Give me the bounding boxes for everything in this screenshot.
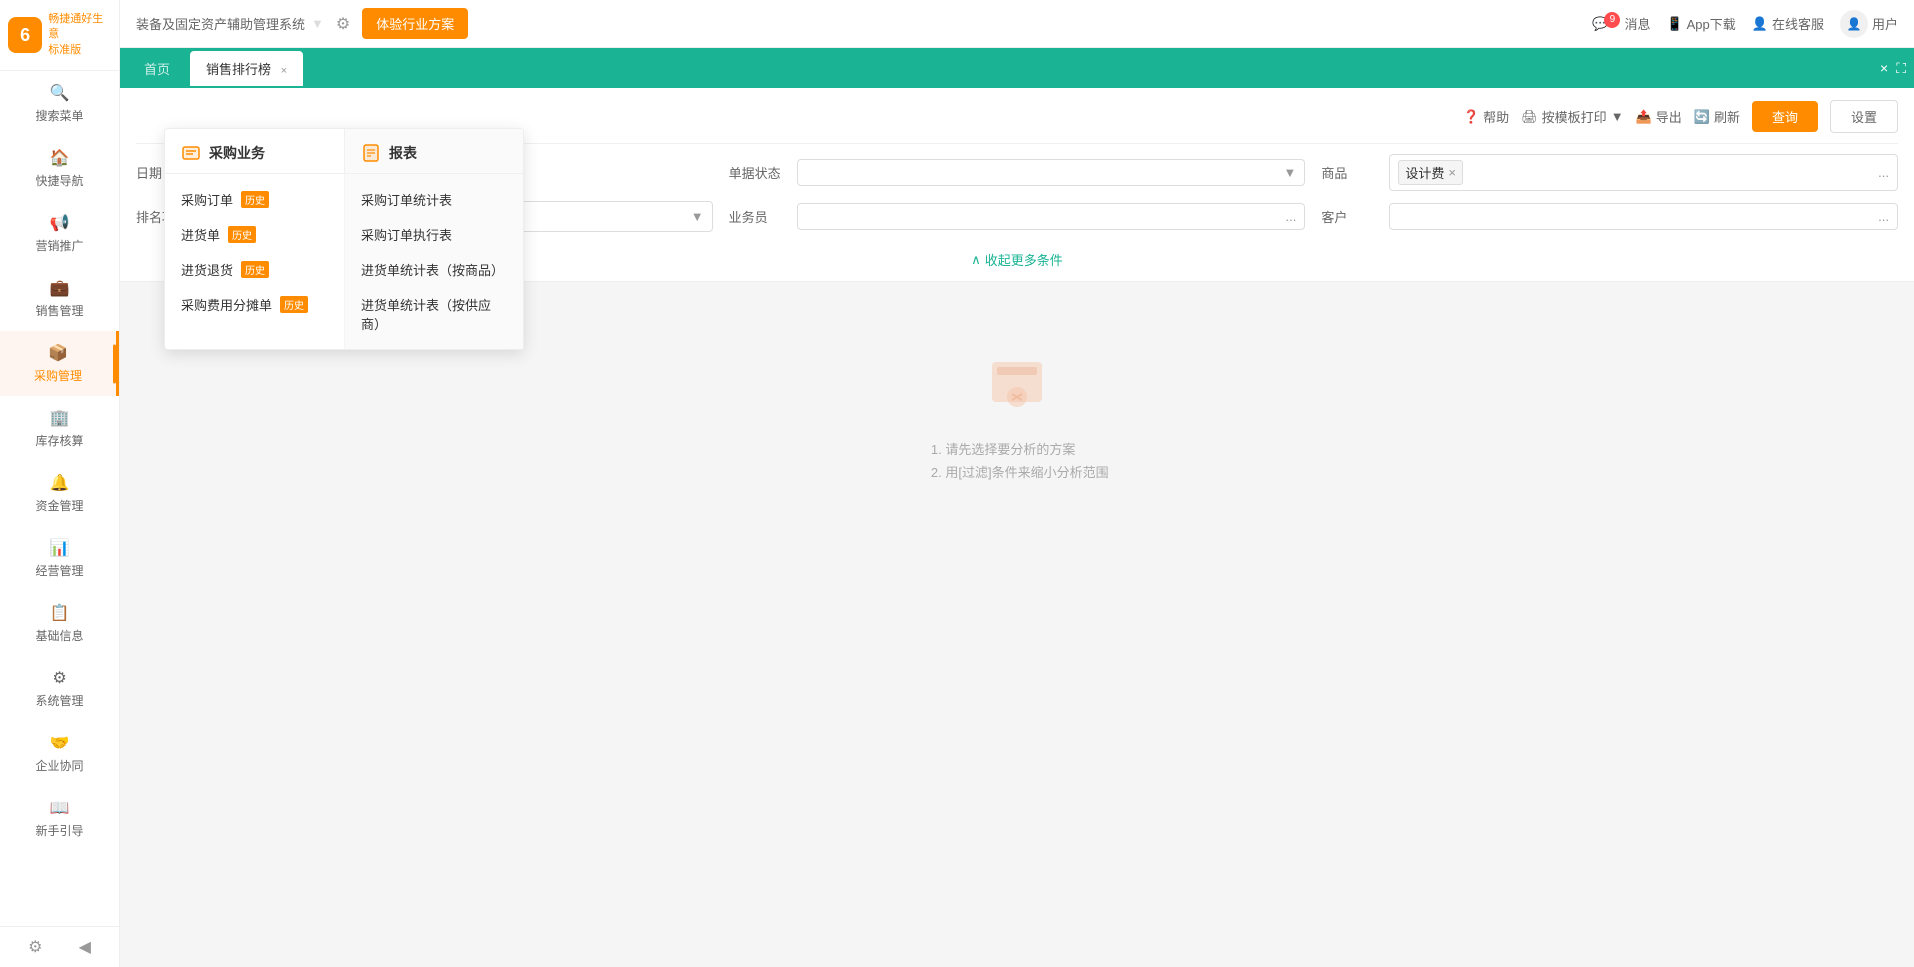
active-indicator (113, 344, 116, 383)
purchase-icon: 📦 (48, 343, 68, 363)
tabbar: 首页 销售排行榜 × × ⛶ (120, 48, 1914, 88)
app-download-btn[interactable]: 📱 App下载 (1666, 14, 1735, 33)
notification-badge: 9 (1604, 12, 1620, 28)
tab-close-icon[interactable]: × (281, 65, 287, 77)
sidebar-item-marketing[interactable]: 📢 营销推广 (0, 201, 119, 266)
refresh-btn[interactable]: 🔄 刷新 (1694, 107, 1740, 126)
sidebar-item-purchase[interactable]: 📦 采购管理 (0, 331, 119, 396)
logo-icon: 6 (8, 17, 42, 53)
sidebar-item-basic-info[interactable]: 📋 基础信息 (0, 591, 119, 656)
sidebar-item-enterprise[interactable]: 🤝 企业协同 (0, 721, 119, 786)
menu-item-purchase-order[interactable]: 采购订单 历史 (165, 182, 344, 217)
guide-icon: 📖 (50, 798, 70, 818)
print-btn[interactable]: 🖨 按模板打印 ▼ (1521, 107, 1623, 126)
marketing-icon: 📢 (50, 213, 70, 233)
home-icon: 🏠 (50, 148, 70, 168)
dropdown-body: 采购订单 历史 进货单 历史 进货退货 历史 (165, 174, 523, 349)
dropdown-header: 采购业务 (165, 129, 523, 174)
collapse-sidebar-btn[interactable]: ◀ (79, 937, 91, 957)
online-service-btn[interactable]: 👤 在线客服 (1752, 14, 1824, 33)
message-btn[interactable]: 💬 9 消息 (1592, 14, 1650, 33)
topbar-right: 💬 9 消息 📱 App下载 👤 在线客服 👤 用户 (1592, 10, 1898, 38)
report-section-header: 报表 (344, 129, 523, 173)
menu-item-goods-receipt[interactable]: 进货单 历史 (165, 217, 344, 252)
sidebar-item-system[interactable]: ⚙ 系统管理 (0, 656, 119, 721)
enterprise-icon: 🤝 (50, 733, 70, 753)
maximize-icon[interactable]: ⛶ (1896, 60, 1906, 77)
report-section-icon (361, 143, 381, 163)
user-btn[interactable]: 👤 用户 (1840, 10, 1898, 38)
phone-icon: 📱 (1666, 16, 1682, 32)
app-download-label: App下载 (1687, 14, 1736, 33)
sidebar-item-finance[interactable]: 🔔 资金管理 (0, 461, 119, 526)
menu-item-goods-stats-by-product[interactable]: 进货单统计表（按商品） (345, 252, 523, 287)
sidebar-item-inventory[interactable]: 🏢 库存核算 (0, 396, 119, 461)
tabbar-right: × ⛶ (1880, 60, 1906, 77)
topbar-title: 装备及固定资产辅助管理系统 ▼ (136, 14, 324, 33)
system-icon: ⚙ (52, 668, 66, 688)
service-icon: 👤 (1752, 16, 1768, 32)
operations-icon: 📊 (50, 538, 70, 558)
settings-footer-btn[interactable]: ⚙ (28, 937, 42, 957)
main-area: 装备及固定资产辅助管理系统 ▼ ⚙ 体验行业方案 💬 9 消息 📱 App下载 (120, 0, 1914, 967)
sidebar-item-sales[interactable]: 💼 销售管理 (0, 266, 119, 331)
page-content: ❓ 帮助 🖨 按模板打印 ▼ 📤 导出 🔄 刷新 (120, 88, 1914, 967)
menu-item-goods-stats-by-supplier[interactable]: 进货单统计表（按供应商） (345, 287, 523, 341)
menu-item-order-stats[interactable]: 采购订单统计表 (345, 182, 523, 217)
industry-btn[interactable]: 体验行业方案 (362, 8, 468, 39)
sales-icon: 💼 (50, 278, 70, 298)
sidebar-item-guide[interactable]: 📖 新手引导 (0, 786, 119, 851)
sidebar-menu: 🔍 搜索菜单 🏠 快捷导航 📢 营销推广 💼 销售管理 📦 采购管理 � (0, 71, 119, 926)
inventory-icon: 🏢 (50, 408, 70, 428)
export-btn[interactable]: 📤 导出 (1636, 107, 1682, 126)
topbar: 装备及固定资产辅助管理系统 ▼ ⚙ 体验行业方案 💬 9 消息 📱 App下载 (120, 0, 1914, 48)
menu-item-goods-return[interactable]: 进货退货 历史 (165, 252, 344, 287)
system-title: 装备及固定资产辅助管理系统 (136, 14, 305, 33)
search-icon: 🔍 (50, 83, 70, 103)
sidebar-footer: ⚙ ◀ (0, 926, 119, 967)
print-arrow: ▼ (1611, 109, 1624, 124)
refresh-icon: 🔄 (1694, 109, 1710, 125)
user-avatar: 👤 (1840, 10, 1868, 38)
sidebar-item-operations[interactable]: 📊 经营管理 (0, 526, 119, 591)
menu-item-purchase-expense[interactable]: 采购费用分摊单 历史 (165, 287, 344, 322)
purchase-col: 采购订单 历史 进货单 历史 进货退货 历史 (165, 174, 344, 349)
topbar-divider: ▼ (311, 16, 324, 31)
user-label: 用户 (1872, 14, 1898, 33)
close-window-icon[interactable]: × (1880, 60, 1888, 77)
sidebar: 6 畅捷通好生意 标准版 🔍 搜索菜单 🏠 快捷导航 📢 营销推广 💼 (0, 0, 120, 967)
dropdown-overlay: 采购业务 (120, 128, 1914, 967)
help-btn[interactable]: ❓ 帮助 (1463, 107, 1509, 126)
export-icon: 📤 (1636, 109, 1652, 125)
tab-sales-rank[interactable]: 销售排行榜 × (190, 51, 303, 86)
help-icon: ❓ (1463, 109, 1479, 125)
dropdown-menu: 采购业务 (164, 128, 524, 350)
online-service-label: 在线客服 (1772, 14, 1824, 33)
print-icon: 🖨 (1521, 109, 1538, 125)
finance-icon: 🔔 (50, 473, 70, 493)
report-col: 采购订单统计表 采购订单执行表 进货单统计表（按商品） 进货单统计表（按供应商） (344, 174, 523, 349)
basic-info-icon: 📋 (50, 603, 70, 623)
report-section-title: 报表 (389, 143, 417, 163)
menu-item-order-exec[interactable]: 采购订单执行表 (345, 217, 523, 252)
message-label: 消息 (1624, 14, 1650, 33)
sidebar-item-search[interactable]: 🔍 搜索菜单 (0, 71, 119, 136)
purchase-section-header: 采购业务 (165, 129, 344, 173)
tab-home[interactable]: 首页 (128, 51, 186, 86)
logo: 6 畅捷通好生意 标准版 (0, 0, 119, 71)
topbar-settings-icon[interactable]: ⚙ (336, 14, 350, 34)
purchase-section-icon (181, 143, 201, 163)
sidebar-item-quick-nav[interactable]: 🏠 快捷导航 (0, 136, 119, 201)
logo-text: 畅捷通好生意 标准版 (48, 12, 111, 58)
purchase-section-title: 采购业务 (209, 143, 265, 163)
